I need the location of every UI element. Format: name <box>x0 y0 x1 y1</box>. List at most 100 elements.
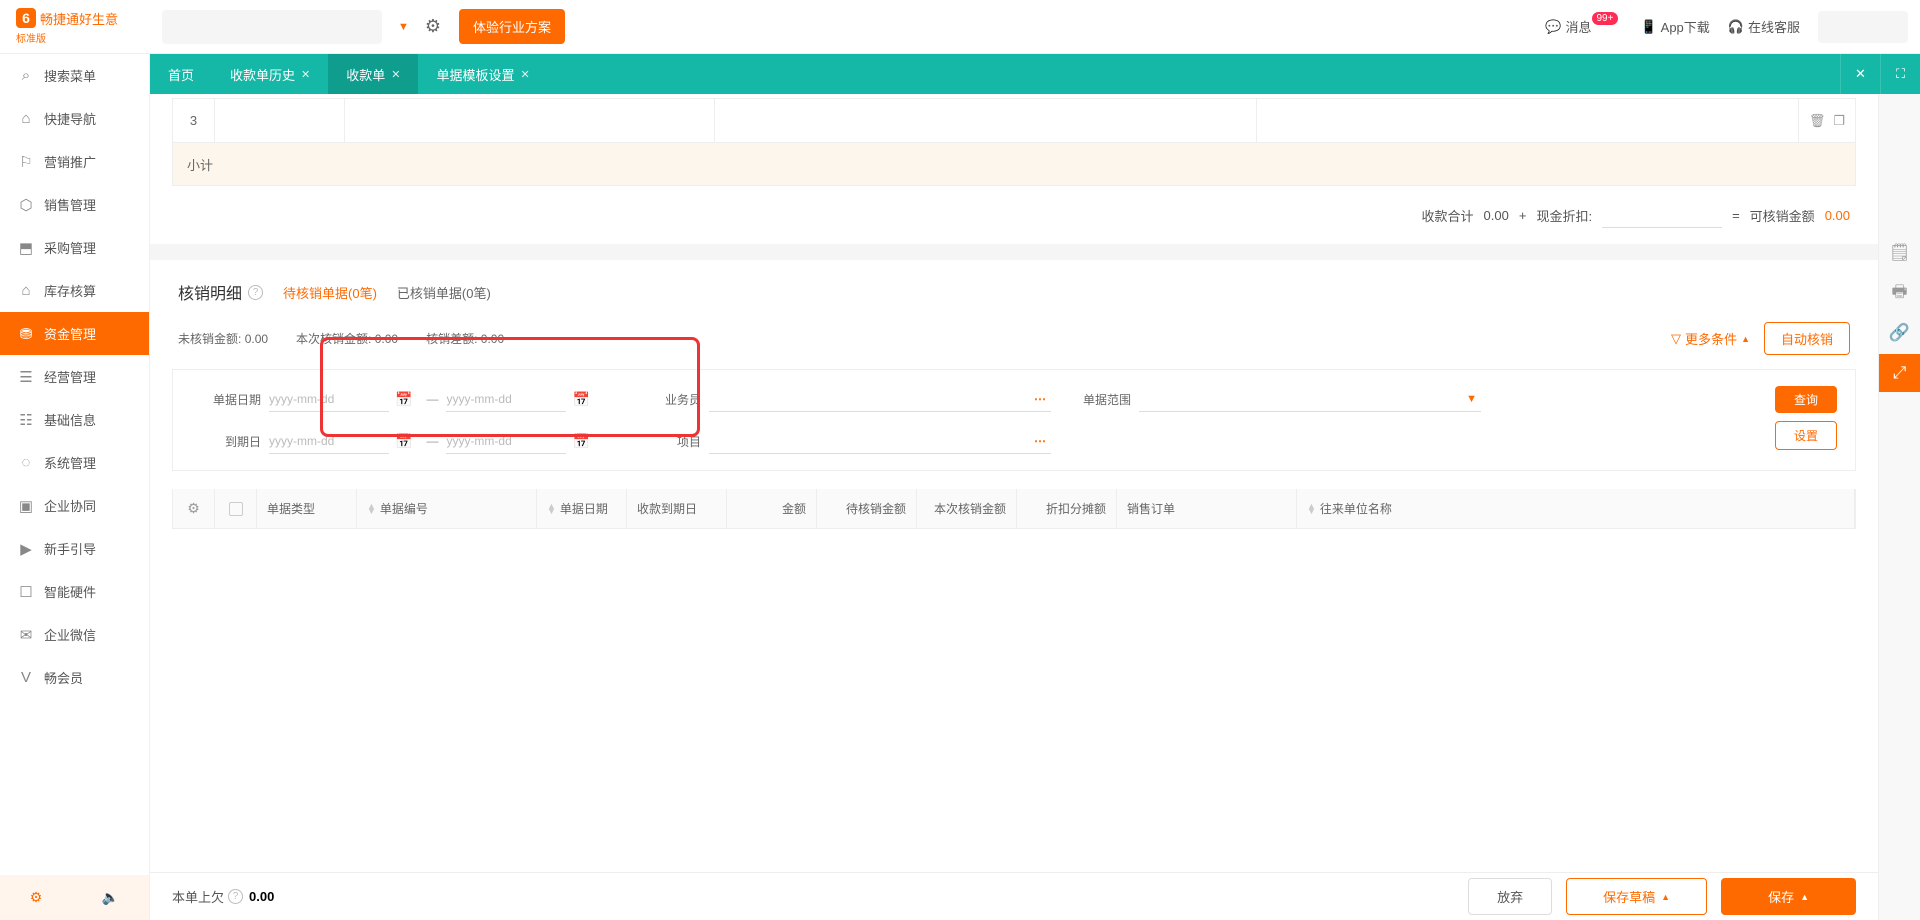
sidebar-item[interactable]: ▶新手引导 <box>0 527 149 570</box>
col-pending-amount[interactable]: 待核销金额 <box>817 489 917 528</box>
sidebar-item-icon: ⬡ <box>18 197 34 213</box>
query-button[interactable]: 查询 <box>1775 386 1837 413</box>
filter-panel: 单据日期 📅 — 📅 业务员 ⋯ 单据范围 ▼ 到期日 📅 — <box>172 369 1856 471</box>
doc-date-from-input[interactable] <box>269 386 389 412</box>
rail-expand-icon[interactable]: ⤢ <box>1879 354 1920 392</box>
filter-settings-button[interactable]: 设置 <box>1775 421 1837 450</box>
chevron-down-icon: ▼ <box>1466 393 1477 405</box>
tab-close-icon[interactable]: ✕ <box>521 68 530 81</box>
experience-button[interactable]: 体验行业方案 <box>459 9 565 44</box>
tab-done-writeoff[interactable]: 已核销单据(0笔) <box>397 283 491 302</box>
chat-icon: 💬 <box>1545 19 1561 35</box>
user-avatar[interactable] <box>1818 11 1908 43</box>
tab-close-icon[interactable]: ✕ <box>301 68 310 81</box>
col-doc-no[interactable]: ▲▼单据编号 <box>357 489 537 528</box>
sidebar-item[interactable]: V畅会员 <box>0 656 149 699</box>
sidebar-item-icon: ☐ <box>18 584 34 600</box>
col-this-amount[interactable]: 本次核销金额 <box>917 489 1017 528</box>
grid-cell[interactable] <box>215 99 345 142</box>
help-icon[interactable]: ? <box>248 285 263 300</box>
rail-note-icon[interactable]: 🗒 <box>1879 234 1920 272</box>
sidebar-item[interactable]: ▣企业协同 <box>0 484 149 527</box>
sidebar-item-icon: ⚐ <box>18 154 34 170</box>
col-partner-name[interactable]: ▲▼往来单位名称 <box>1297 489 1855 528</box>
phone-icon: 📱 <box>1640 19 1656 35</box>
save-draft-button[interactable]: 保存草稿▲ <box>1566 878 1707 915</box>
sidebar-item[interactable]: ⌕搜索菜单 <box>0 54 149 97</box>
calendar-icon[interactable]: 📅 <box>572 391 589 408</box>
org-chevron-icon[interactable]: ▼ <box>398 21 409 33</box>
sidebar-item-icon: V <box>18 670 34 686</box>
doc-date-to-input[interactable] <box>446 386 566 412</box>
brand-name: 畅捷通好生意 <box>40 9 118 28</box>
messages-label: 消息 <box>1565 17 1591 36</box>
grid-cell[interactable] <box>1257 99 1799 142</box>
sidebar-footer-sound-icon[interactable]: 🔈 <box>102 889 119 906</box>
more-icon: ⋯ <box>1034 434 1047 448</box>
sidebar-item[interactable]: ⌂库存核算 <box>0 269 149 312</box>
rail-print-icon[interactable]: 🖶 <box>1879 274 1920 312</box>
calendar-icon[interactable]: 📅 <box>395 433 412 450</box>
fullscreen-icon[interactable]: ⛶ <box>1880 54 1920 94</box>
sidebar-item[interactable]: ☐智能硬件 <box>0 570 149 613</box>
col-doc-date[interactable]: ▲▼单据日期 <box>537 489 627 528</box>
tab[interactable]: 收款单历史✕ <box>212 54 328 94</box>
doc-range-label: 单据范围 <box>1061 391 1131 408</box>
settings-icon[interactable]: ⚙ <box>425 16 441 37</box>
sidebar: ⌕搜索菜单⌂快捷导航⚐营销推广⬡销售管理⬒采购管理⌂库存核算⛃资金管理☰经营管理… <box>0 54 150 920</box>
sidebar-item[interactable]: ☰经营管理 <box>0 355 149 398</box>
select-all-checkbox[interactable] <box>215 489 257 528</box>
cash-discount-input[interactable] <box>1602 202 1722 228</box>
due-date-label: 到期日 <box>191 433 261 450</box>
tab-close-all-icon[interactable]: ✕ <box>1840 54 1880 94</box>
verification-title: 核销明细 ? <box>178 280 263 304</box>
col-discount-share[interactable]: 折扣分摊额 <box>1017 489 1117 528</box>
col-amount[interactable]: 金额 <box>727 489 817 528</box>
sidebar-item[interactable]: ⚐营销推广 <box>0 140 149 183</box>
tab[interactable]: 单据模板设置✕ <box>418 54 547 94</box>
chevron-up-icon: ▲ <box>1800 892 1809 902</box>
grid-cell[interactable] <box>715 99 1257 142</box>
due-date-from-input[interactable] <box>269 428 389 454</box>
app-download-link[interactable]: 📱 App下载 <box>1640 17 1709 36</box>
more-conditions-toggle[interactable]: ▽ 更多条件 ▲ <box>1671 329 1750 348</box>
sidebar-footer-gear-icon[interactable]: ⚙ <box>30 889 43 906</box>
help-icon[interactable]: ? <box>228 889 243 904</box>
messages-link[interactable]: 💬 消息 99+ <box>1545 17 1622 36</box>
project-select[interactable]: ⋯ <box>709 428 1051 454</box>
sidebar-item[interactable]: ⬡销售管理 <box>0 183 149 226</box>
org-selector[interactable] <box>162 10 382 44</box>
section-divider <box>150 244 1878 260</box>
save-button[interactable]: 保存▲ <box>1721 878 1856 915</box>
brand-logo: 6 畅捷通好生意 标准版 <box>12 8 152 45</box>
table-settings-icon[interactable]: ⚙ <box>173 489 215 528</box>
more-icon: ⋯ <box>1034 392 1047 406</box>
sidebar-item[interactable]: ✉企业微信 <box>0 613 149 656</box>
tab-close-icon[interactable]: ✕ <box>391 68 400 81</box>
online-service-link[interactable]: 🎧 在线客服 <box>1728 17 1800 36</box>
operator-select[interactable]: ⋯ <box>709 386 1051 412</box>
sidebar-item[interactable]: ⛃资金管理 <box>0 312 149 355</box>
grid-cell[interactable] <box>345 99 715 142</box>
col-sales-order[interactable]: 销售订单 <box>1117 489 1297 528</box>
auto-writeoff-button[interactable]: 自动核销 <box>1764 322 1850 355</box>
rail-link-icon[interactable]: 🔗 <box>1879 314 1920 352</box>
project-label: 项目 <box>631 433 701 450</box>
sidebar-item[interactable]: ⌂快捷导航 <box>0 97 149 140</box>
doc-range-select[interactable]: ▼ <box>1139 386 1481 412</box>
tab[interactable]: 收款单✕ <box>328 54 418 94</box>
tab-pending-writeoff[interactable]: 待核销单据(0笔) <box>283 283 377 302</box>
sidebar-item[interactable]: ☷基础信息 <box>0 398 149 441</box>
balance-value: 0.00 <box>249 889 274 904</box>
sidebar-item[interactable]: ◌系统管理 <box>0 441 149 484</box>
calendar-icon[interactable]: 📅 <box>572 433 589 450</box>
discard-button[interactable]: 放弃 <box>1468 878 1552 915</box>
delete-row-icon[interactable]: 🗑 <box>1809 113 1826 129</box>
col-pay-due[interactable]: 收款到期日 <box>627 489 727 528</box>
col-doc-type[interactable]: 单据类型 <box>257 489 357 528</box>
copy-row-icon[interactable]: ❐ <box>1833 113 1845 129</box>
calendar-icon[interactable]: 📅 <box>395 391 412 408</box>
due-date-to-input[interactable] <box>446 428 566 454</box>
sidebar-item[interactable]: ⬒采购管理 <box>0 226 149 269</box>
tab[interactable]: 首页 <box>150 54 212 94</box>
